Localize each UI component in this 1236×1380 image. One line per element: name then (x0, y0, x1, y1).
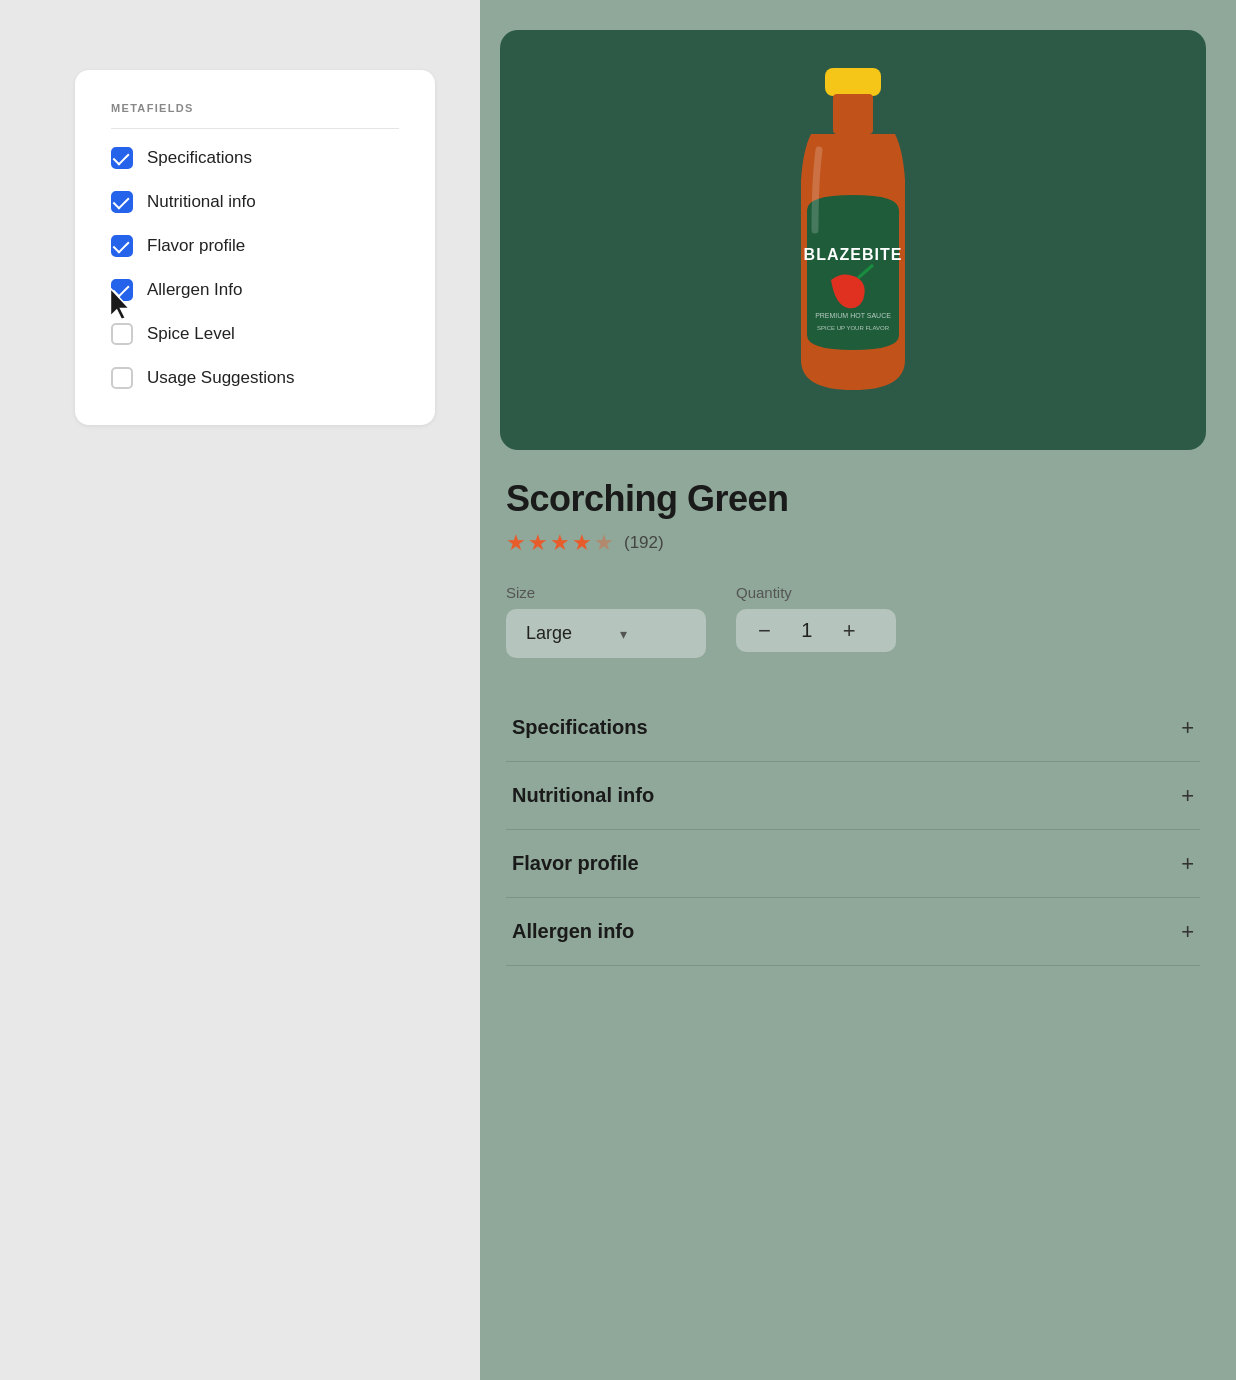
review-count: (192) (624, 533, 664, 553)
plus-icon: + (1181, 717, 1194, 739)
checkbox-allergen-info[interactable] (111, 279, 133, 301)
product-name: Scorching Green (506, 478, 1200, 520)
size-control-group: Size Large ▾ (506, 584, 706, 658)
svg-rect-0 (825, 68, 881, 96)
checkbox-item-nutritional-info[interactable]: Nutritional info (111, 191, 399, 213)
controls-row: Size Large ▾ Quantity − 1 + (506, 584, 1200, 658)
product-image-container: BLAZEBITE PREMIUM HOT SAUCE SPICE UP YOU… (500, 30, 1206, 450)
checkbox-label-specifications: Specifications (147, 148, 252, 168)
checkbox-item-specifications[interactable]: Specifications (111, 147, 399, 169)
stars: ★★★★★ (506, 530, 616, 556)
plus-icon: + (1181, 785, 1194, 807)
quantity-decrease-button[interactable]: − (754, 620, 775, 642)
size-select[interactable]: Large ▾ (506, 609, 706, 658)
accordion-list: Specifications+Nutritional info+Flavor p… (506, 694, 1200, 966)
svg-rect-1 (833, 94, 873, 134)
checkbox-label-usage-suggestions: Usage Suggestions (147, 368, 294, 388)
checkbox-usage-suggestions[interactable] (111, 367, 133, 389)
checkbox-flavor-profile[interactable] (111, 235, 133, 257)
checkbox-item-usage-suggestions[interactable]: Usage Suggestions (111, 367, 399, 389)
svg-text:PREMIUM HOT SAUCE: PREMIUM HOT SAUCE (815, 312, 891, 319)
checkbox-label-spice-level: Spice Level (147, 324, 235, 344)
svg-text:BLAZEBITE: BLAZEBITE (804, 246, 903, 263)
accordion-label-allergen-info: Allergen info (512, 920, 634, 943)
checkbox-specifications[interactable] (111, 147, 133, 169)
quantity-increase-button[interactable]: + (839, 620, 860, 642)
product-info: Scorching Green ★★★★★ (192) Size Large ▾… (500, 478, 1206, 966)
accordion-item-specifications[interactable]: Specifications + (506, 694, 1200, 762)
quantity-label: Quantity (736, 584, 896, 601)
rating-row: ★★★★★ (192) (506, 530, 1200, 556)
checkbox-item-allergen-info[interactable]: Allergen Info (111, 279, 399, 301)
checkbox-label-nutritional-info: Nutritional info (147, 192, 256, 212)
checkbox-spice-level[interactable] (111, 323, 133, 345)
accordion-label-specifications: Specifications (512, 716, 648, 739)
size-value: Large (526, 623, 572, 644)
metafields-heading: METAFIELDS (111, 102, 399, 129)
checkbox-label-flavor-profile: Flavor profile (147, 236, 245, 256)
checkbox-item-spice-level[interactable]: Spice Level (111, 323, 399, 345)
checkbox-list: Specifications Nutritional info Flavor pro… (111, 147, 399, 389)
accordion-item-nutritional-info[interactable]: Nutritional info + (506, 762, 1200, 830)
product-card: BLAZEBITE PREMIUM HOT SAUCE SPICE UP YOU… (500, 30, 1206, 966)
metafields-card: METAFIELDS Specifications Nutritional inf… (75, 70, 435, 425)
chevron-down-icon: ▾ (620, 626, 627, 642)
right-panel: BLAZEBITE PREMIUM HOT SAUCE SPICE UP YOU… (480, 0, 1236, 1380)
left-panel: METAFIELDS Specifications Nutritional inf… (0, 0, 480, 1380)
accordion-item-flavor-profile[interactable]: Flavor profile + (506, 830, 1200, 898)
checkbox-label-allergen-info: Allergen Info (147, 280, 242, 300)
product-image: BLAZEBITE PREMIUM HOT SAUCE SPICE UP YOU… (743, 30, 963, 450)
size-label: Size (506, 584, 706, 601)
quantity-value: 1 (795, 619, 819, 642)
svg-text:SPICE UP YOUR FLAVOR: SPICE UP YOUR FLAVOR (817, 325, 890, 331)
accordion-label-nutritional-info: Nutritional info (512, 784, 654, 807)
plus-icon: + (1181, 921, 1194, 943)
quantity-stepper: − 1 + (736, 609, 896, 652)
accordion-label-flavor-profile: Flavor profile (512, 852, 639, 875)
checkbox-item-flavor-profile[interactable]: Flavor profile (111, 235, 399, 257)
quantity-control-group: Quantity − 1 + (736, 584, 896, 658)
accordion-item-allergen-info[interactable]: Allergen info + (506, 898, 1200, 966)
checkbox-nutritional-info[interactable] (111, 191, 133, 213)
plus-icon: + (1181, 853, 1194, 875)
